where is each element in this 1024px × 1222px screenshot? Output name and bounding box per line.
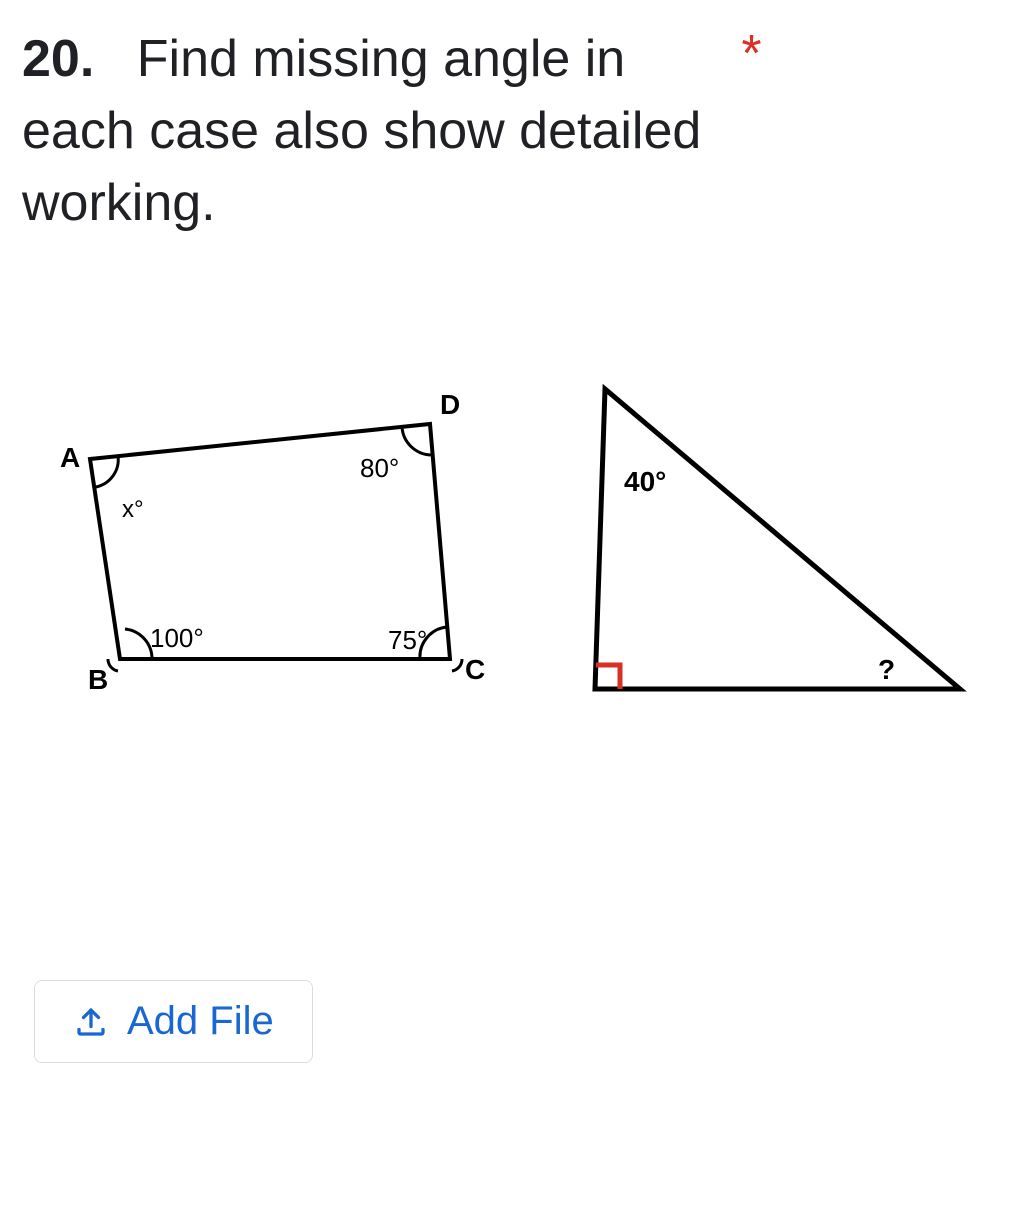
prompt-fragment-3: working. bbox=[22, 174, 216, 232]
add-file-button[interactable]: Add File bbox=[34, 980, 313, 1063]
prompt-fragment-1: Find missing angle in bbox=[137, 30, 625, 88]
angle-D-label: 80° bbox=[360, 453, 399, 483]
question-header: 20. Find missing angle in each case also… bbox=[0, 0, 1024, 239]
vertex-C-label: C bbox=[465, 654, 485, 685]
question-text: 20. Find missing angle in each case also… bbox=[22, 24, 701, 239]
triangle-unknown-angle-label: ? bbox=[878, 654, 895, 685]
question-number: 20. bbox=[22, 30, 94, 88]
vertex-A-label: A bbox=[60, 442, 80, 473]
diagrams-container: A D C B x° 100° 75° 80° 40° ? bbox=[0, 359, 1024, 859]
vertex-B-label: B bbox=[88, 664, 108, 695]
vertex-D-label: D bbox=[440, 389, 460, 420]
angle-A-label: x° bbox=[122, 496, 144, 523]
angle-B-label: 100° bbox=[150, 623, 204, 653]
triangle-top-angle-label: 40° bbox=[624, 466, 666, 497]
geometry-diagrams: A D C B x° 100° 75° 80° 40° ? bbox=[0, 359, 1024, 859]
angle-C-label: 75° bbox=[388, 625, 427, 655]
required-asterisk: * bbox=[741, 24, 761, 84]
add-file-label: Add File bbox=[127, 999, 274, 1044]
quadrilateral-diagram: A D C B x° 100° 75° 80° bbox=[60, 389, 485, 695]
upload-icon bbox=[73, 1004, 109, 1040]
triangle-diagram: 40° ? bbox=[595, 389, 960, 689]
prompt-fragment-2: each case also show detailed bbox=[22, 102, 701, 160]
